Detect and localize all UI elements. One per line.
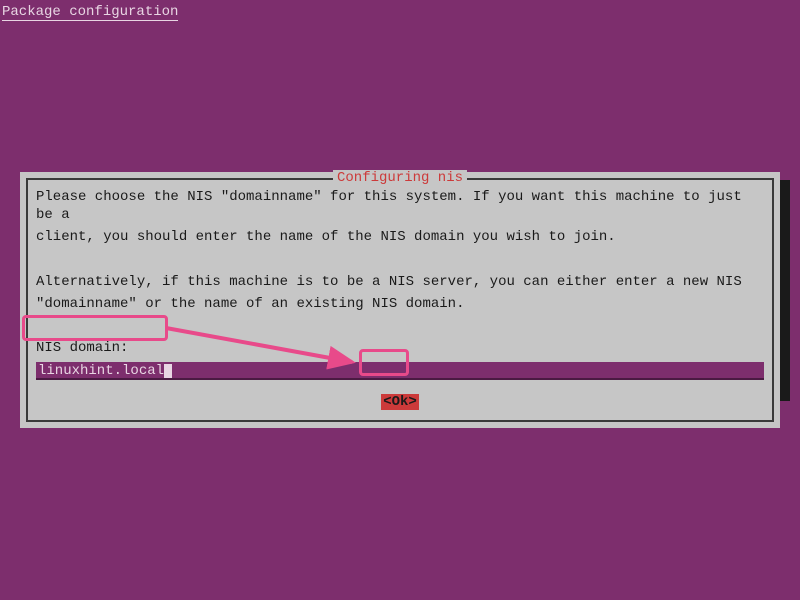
dialog-text-line2: client, you should enter the name of the… [36,228,764,246]
button-row: <Ok> [36,394,764,410]
dialog-spacer [36,251,764,269]
dialog-text-line4: "domainname" or the name of an existing … [36,295,764,313]
input-label: NIS domain: [36,339,764,357]
dialog-spacer2 [36,317,764,335]
domain-input[interactable]: linuxhint.local [36,362,764,380]
ok-button[interactable]: <Ok> [381,394,419,410]
dialog-text-line3: Alternatively, if this machine is to be … [36,273,764,291]
page-header: Package configuration [0,0,800,24]
dialog-text-line1: Please choose the NIS "domainname" for t… [36,188,764,224]
config-dialog: Configuring nis Please choose the NIS "d… [20,172,780,428]
domain-input-value: linuxhint.local [38,363,164,379]
dialog-title: Configuring nis [333,170,467,186]
dialog-frame: Configuring nis Please choose the NIS "d… [26,178,774,422]
page-title: Package configuration [2,4,178,21]
text-cursor [164,364,172,378]
